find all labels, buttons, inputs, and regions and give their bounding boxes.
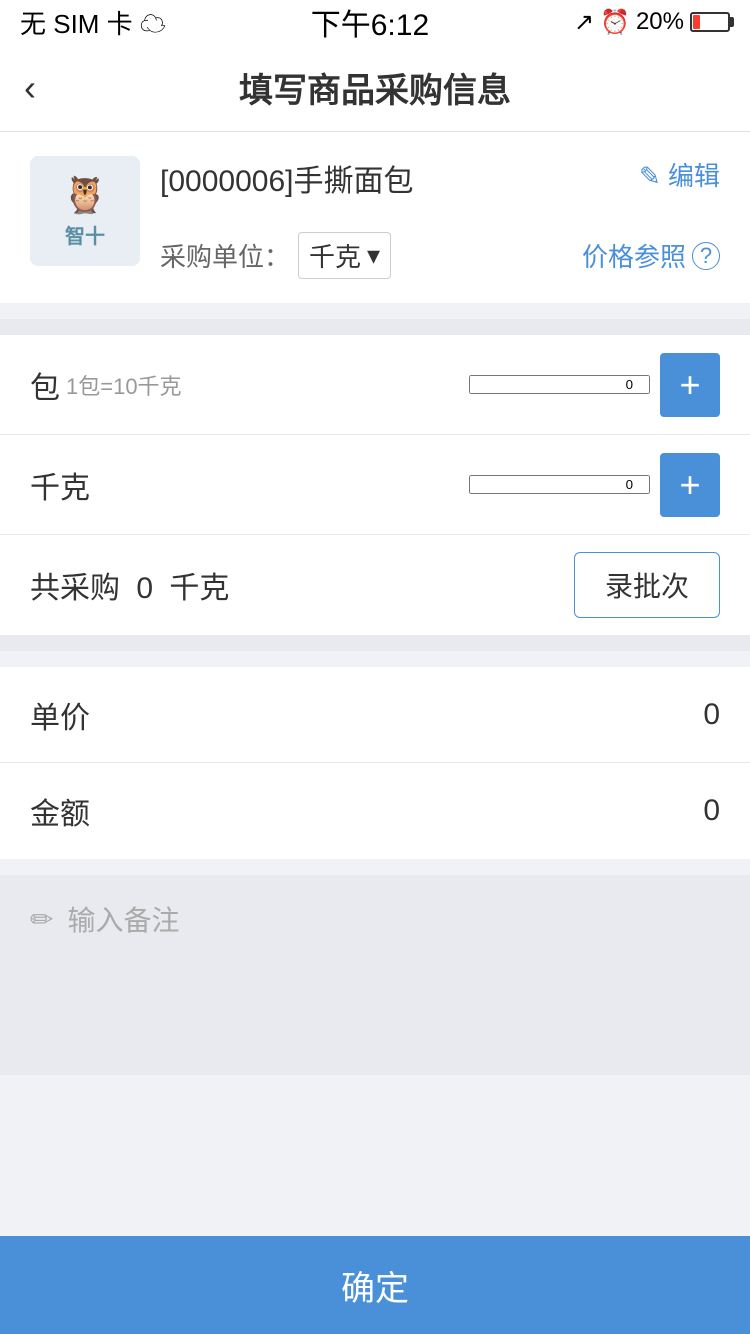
kg-input[interactable] bbox=[469, 475, 650, 494]
location-icon: ↗ bbox=[574, 8, 594, 37]
notes-placeholder: 输入备注 bbox=[67, 899, 179, 939]
info-icon: ? bbox=[692, 242, 720, 270]
bao-label: 包 bbox=[30, 363, 60, 407]
amount-label: 金额 bbox=[30, 789, 90, 833]
nav-bar: ‹ 填写商品采购信息 bbox=[0, 44, 750, 132]
back-button[interactable]: ‹ bbox=[24, 67, 36, 109]
status-bar: 无 SIM 卡 ☁ 下午6:12 ↗ ⏰ 20% bbox=[0, 0, 750, 44]
product-image: 🦉 智十 bbox=[30, 156, 140, 266]
total-unit: 千克 bbox=[169, 572, 229, 605]
total-value: 0 bbox=[136, 572, 153, 605]
bao-plus-button[interactable]: + bbox=[660, 353, 720, 417]
product-card: 🦉 智十 [0000006]手撕面包 ✎ 编辑 采购单位： 千克 ▾ 价格参照 … bbox=[0, 132, 750, 303]
unit-value: 千克 bbox=[309, 237, 361, 274]
owl-icon: 🦉 bbox=[63, 174, 108, 216]
record-batch-button[interactable]: 录批次 bbox=[574, 552, 720, 618]
unit-label: 采购单位： bbox=[160, 237, 290, 274]
summary-row: 共采购 0 千克 录批次 bbox=[0, 535, 750, 635]
kg-label: 千克 bbox=[30, 463, 90, 507]
edit-button[interactable]: ✎ 编辑 bbox=[639, 156, 720, 193]
unit-select[interactable]: 千克 ▾ bbox=[298, 232, 391, 279]
status-time: 下午6:12 bbox=[311, 0, 429, 44]
status-left: 无 SIM 卡 ☁ bbox=[20, 4, 166, 41]
product-name: [0000006]手撕面包 bbox=[160, 156, 413, 200]
section-divider-2 bbox=[0, 635, 750, 651]
amount-row: 金额 0 bbox=[0, 763, 750, 859]
status-right: ↗ ⏰ 20% bbox=[574, 8, 730, 37]
bao-input[interactable] bbox=[469, 375, 650, 394]
unit-price-value: 0 bbox=[703, 698, 720, 732]
chevron-down-icon: ▾ bbox=[367, 240, 380, 271]
price-ref-button[interactable]: 价格参照 ? bbox=[582, 237, 720, 274]
edit-icon: ✎ bbox=[639, 161, 661, 191]
summary-text: 共采购 0 千克 bbox=[30, 563, 229, 607]
battery-icon bbox=[690, 12, 730, 32]
price-ref-label: 价格参照 bbox=[582, 237, 686, 274]
bao-input-row: 包 1包=10千克 + bbox=[0, 335, 750, 435]
info-section: 单价 0 金额 0 bbox=[0, 667, 750, 859]
page-title: 填写商品采购信息 bbox=[239, 63, 511, 112]
edit-label: 编辑 bbox=[668, 161, 720, 191]
pencil-icon: ✏ bbox=[30, 903, 53, 936]
bao-sub-label: 1包=10千克 bbox=[66, 369, 182, 401]
notes-section[interactable]: ✏ 输入备注 bbox=[0, 875, 750, 1075]
total-label: 共采购 bbox=[30, 572, 120, 605]
signal-text: 无 SIM 卡 ☁ bbox=[20, 4, 166, 41]
confirm-button[interactable]: 确定 bbox=[0, 1236, 750, 1334]
unit-price-row: 单价 0 bbox=[0, 667, 750, 763]
alarm-icon: ⏰ bbox=[600, 8, 630, 37]
kg-input-row: 千克 + bbox=[0, 435, 750, 535]
section-divider-1 bbox=[0, 319, 750, 335]
unit-price-label: 单价 bbox=[30, 693, 90, 737]
brand-text: 智十 bbox=[65, 220, 105, 249]
battery-text: 20% bbox=[636, 8, 684, 36]
kg-plus-button[interactable]: + bbox=[660, 453, 720, 517]
product-info: [0000006]手撕面包 ✎ 编辑 采购单位： 千克 ▾ 价格参照 ? bbox=[160, 156, 720, 279]
amount-value: 0 bbox=[703, 794, 720, 828]
input-section: 包 1包=10千克 + 千克 + bbox=[0, 335, 750, 535]
